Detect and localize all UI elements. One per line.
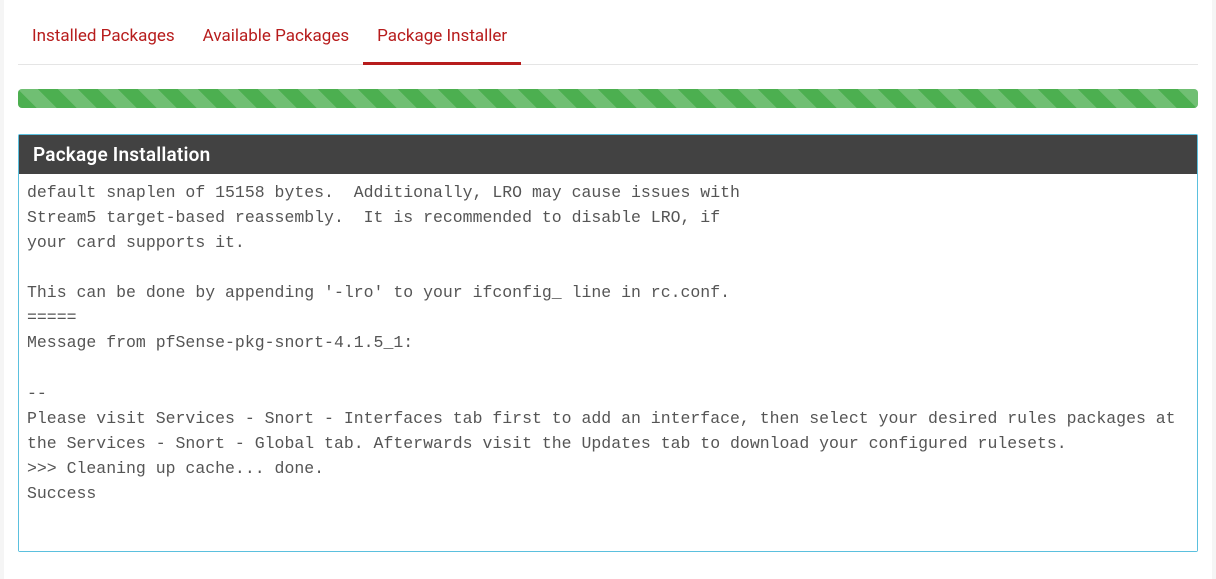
package-manager-container: Installed Packages Available Packages Pa…	[4, 0, 1212, 579]
panel-body	[19, 174, 1197, 551]
installation-log[interactable]	[19, 174, 1197, 547]
tab-installed-packages[interactable]: Installed Packages	[18, 18, 189, 65]
installation-panel: Package Installation	[18, 134, 1198, 552]
tab-package-installer[interactable]: Package Installer	[363, 18, 521, 65]
panel-title: Package Installation	[19, 135, 1197, 174]
tab-available-packages[interactable]: Available Packages	[189, 18, 363, 65]
progress-bar	[18, 89, 1198, 108]
tab-bar: Installed Packages Available Packages Pa…	[18, 18, 1198, 65]
progress-bar-fill	[18, 89, 1198, 108]
